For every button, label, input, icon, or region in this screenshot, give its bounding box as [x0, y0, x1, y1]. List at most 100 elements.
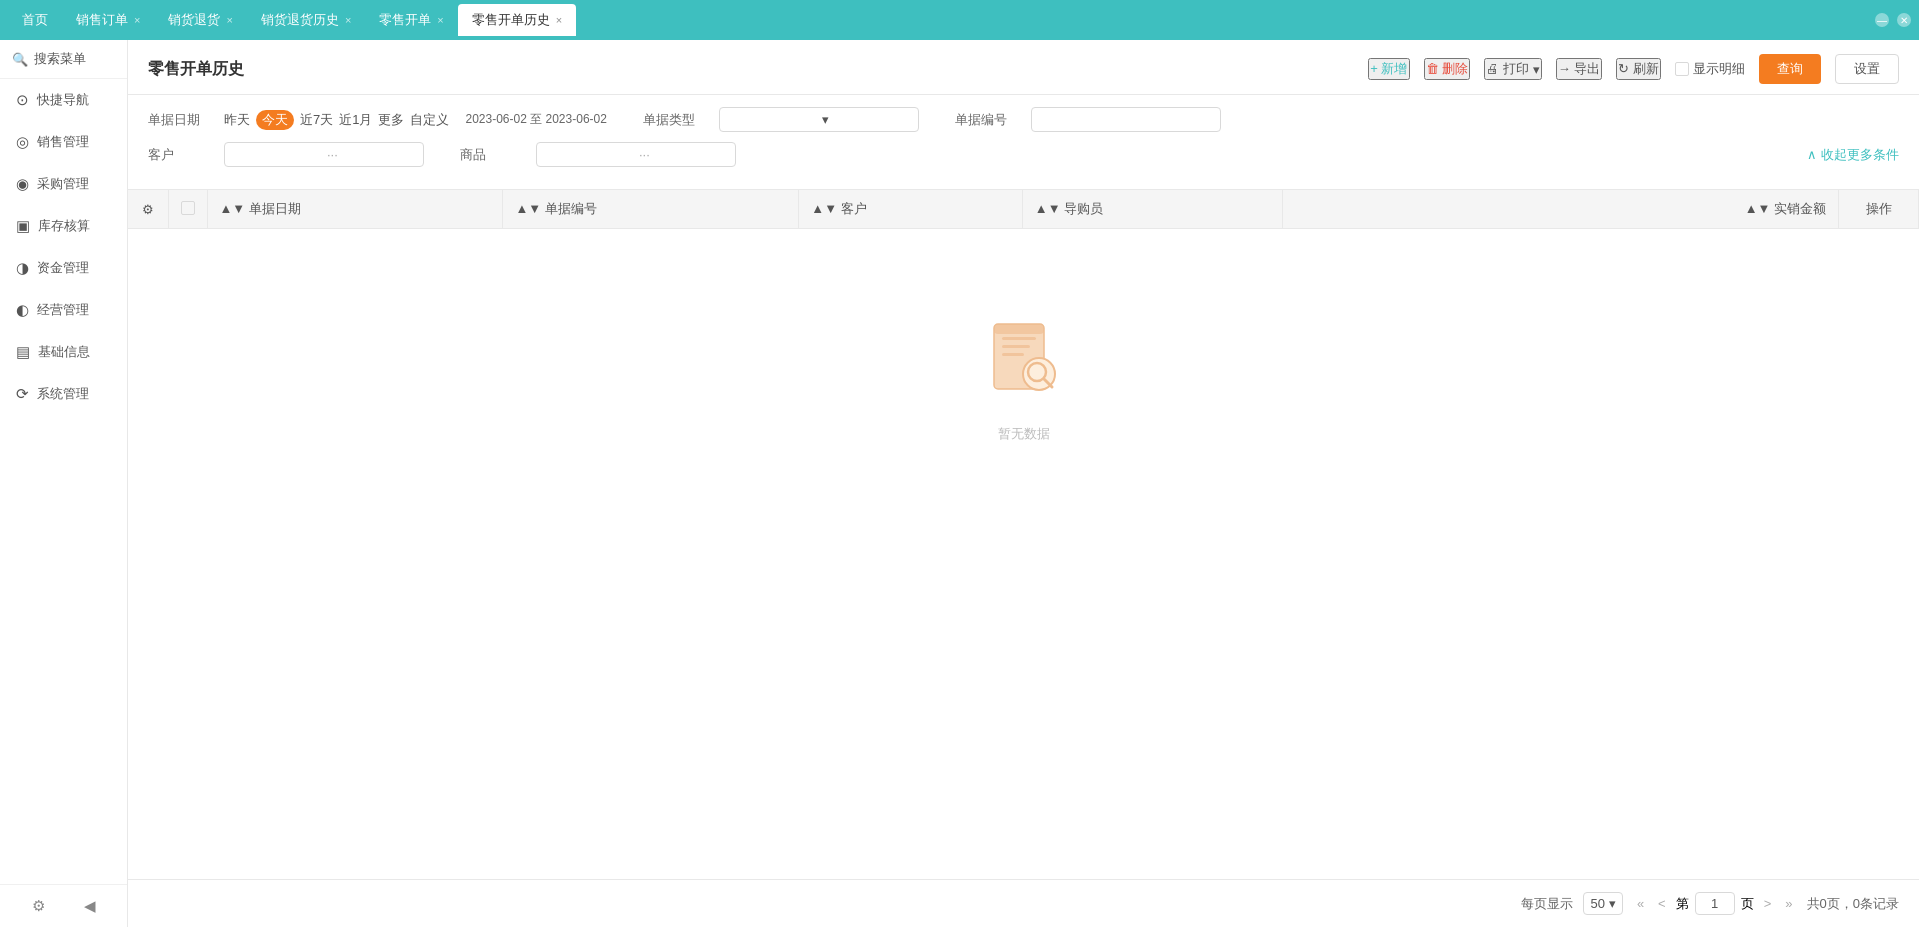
operations-label: 经营管理: [37, 301, 89, 319]
finance-label: 资金管理: [37, 259, 89, 277]
tab-sales-order[interactable]: 销售订单 ×: [62, 4, 154, 36]
date-range-display: 2023-06-02 至 2023-06-02: [465, 111, 606, 128]
tab-close-sales-return-history[interactable]: ×: [345, 14, 351, 26]
th-date[interactable]: ▲▼ 单据日期: [207, 190, 503, 229]
tab-close-sales-return[interactable]: ×: [226, 14, 232, 26]
tab-close-sales-order[interactable]: ×: [134, 14, 140, 26]
sidebar-item-inventory[interactable]: ▣ 库存核算: [0, 205, 127, 247]
table-area: ⚙ ▲▼ 单据日期 ▲▼ 单据编号: [128, 190, 1919, 927]
date-custom[interactable]: 自定义: [410, 111, 449, 129]
type-select-chevron: ▾: [822, 112, 908, 127]
th-amount[interactable]: ▲▼ 实销金额: [1282, 190, 1838, 229]
data-table: ⚙ ▲▼ 单据日期 ▲▼ 单据编号: [128, 190, 1919, 229]
th-actions: 操作: [1839, 190, 1919, 229]
date-yesterday[interactable]: 昨天: [224, 111, 250, 129]
table-header-row: ⚙ ▲▼ 单据日期 ▲▼ 单据编号: [128, 190, 1919, 229]
toolbar: + 新增 🗑 删除 🖨 打印 ▾ → 导出 ↻ 刷新 显示明细: [1368, 54, 1899, 84]
page-prev-button[interactable]: <: [1654, 894, 1670, 913]
query-button[interactable]: 查询: [1759, 54, 1821, 84]
system-label: 系统管理: [37, 385, 89, 403]
refresh-button[interactable]: ↻ 刷新: [1616, 58, 1661, 80]
tab-sales-return-history[interactable]: 销货退货历史 ×: [247, 4, 365, 36]
sidebar-item-sales[interactable]: ◎ 销售管理: [0, 121, 127, 163]
display-detail-toggle[interactable]: 显示明细: [1675, 60, 1745, 78]
filter-area: 单据日期 昨天 今天 近7天 近1月 更多 自定义 2023-06-02 至 2…: [128, 95, 1919, 190]
minimize-button[interactable]: —: [1875, 13, 1889, 27]
sales-label: 销售管理: [37, 133, 89, 151]
purchase-label: 采购管理: [37, 175, 89, 193]
page-size-label: 每页显示: [1521, 895, 1573, 913]
date-shortcuts: 昨天 今天 近7天 近1月 更多 自定义: [224, 110, 449, 130]
close-button[interactable]: ✕: [1897, 13, 1911, 27]
shortcuts-icon: ⊙: [16, 91, 29, 109]
page-size-select[interactable]: 50 ▾: [1583, 892, 1622, 915]
sidebar-collapse-button[interactable]: ◀: [84, 897, 96, 915]
th-checkbox[interactable]: [168, 190, 207, 229]
th-guide[interactable]: ▲▼ 导购员: [1022, 190, 1282, 229]
sales-icon: ◎: [16, 133, 29, 151]
th-customer[interactable]: ▲▼ 客户: [799, 190, 1023, 229]
filter-row-1: 单据日期 昨天 今天 近7天 近1月 更多 自定义 2023-06-02 至 2…: [148, 107, 1899, 132]
page-title: 零售开单历史: [148, 59, 244, 80]
tab-close-retail-order[interactable]: ×: [437, 14, 443, 26]
delete-button[interactable]: 🗑 删除: [1424, 58, 1471, 80]
collapse-button[interactable]: ∧ 收起更多条件: [1807, 146, 1899, 164]
goods-label: 商品: [460, 146, 520, 164]
page-label-before: 第: [1676, 895, 1689, 913]
page-next-button[interactable]: >: [1760, 894, 1776, 913]
tab-close-retail-order-history[interactable]: ×: [556, 14, 562, 26]
basics-label: 基础信息: [38, 343, 90, 361]
date-today[interactable]: 今天: [256, 110, 294, 130]
tab-home[interactable]: 首页: [8, 4, 62, 36]
tab-retail-order-history[interactable]: 零售开单历史 ×: [458, 4, 576, 36]
th-number[interactable]: ▲▼ 单据编号: [503, 190, 799, 229]
sidebar-item-system[interactable]: ⟳ 系统管理: [0, 373, 127, 415]
goods-select[interactable]: ···: [536, 142, 736, 167]
table-wrapper: ⚙ ▲▼ 单据日期 ▲▼ 单据编号: [128, 190, 1919, 879]
inventory-label: 库存核算: [38, 217, 90, 235]
page-number-input[interactable]: [1695, 892, 1735, 915]
goods-dots: ···: [639, 147, 725, 162]
checkbox-display-detail[interactable]: [1675, 62, 1689, 76]
sidebar-item-basics[interactable]: ▤ 基础信息: [0, 331, 127, 373]
tab-retail-order[interactable]: 零售开单 ×: [365, 4, 457, 36]
collapse-icon: ∧: [1807, 147, 1817, 162]
tab-sales-return[interactable]: 销货退货 ×: [154, 4, 246, 36]
number-label: 单据编号: [955, 111, 1015, 129]
sidebar-item-shortcuts[interactable]: ⊙ 快捷导航: [0, 79, 127, 121]
date-more[interactable]: 更多: [378, 111, 404, 129]
customer-select[interactable]: ···: [224, 142, 424, 167]
settings-gear-button[interactable]: ⚙: [32, 897, 45, 915]
sidebar-search[interactable]: 🔍 搜索菜单: [0, 40, 127, 79]
th-settings[interactable]: ⚙: [128, 190, 168, 229]
date-label: 单据日期: [148, 111, 208, 129]
export-button[interactable]: → 导出: [1556, 58, 1603, 80]
date-1month[interactable]: 近1月: [339, 111, 372, 129]
sidebar: 🔍 搜索菜单 ⊙ 快捷导航 ◎ 销售管理 ◉ 采购管理 ▣ 库存核算 ◑ 资金管…: [0, 40, 128, 927]
sidebar-item-purchase[interactable]: ◉ 采购管理: [0, 163, 127, 205]
page-first-button[interactable]: «: [1633, 894, 1648, 913]
number-input[interactable]: [1031, 107, 1221, 132]
customer-label: 客户: [148, 146, 208, 164]
type-select[interactable]: ▾: [719, 107, 919, 132]
print-dropdown-icon: ▾: [1533, 62, 1540, 77]
filter-settings-button[interactable]: 设置: [1835, 54, 1899, 84]
select-all-checkbox[interactable]: [181, 201, 195, 215]
page-total: 共0页，0条记录: [1807, 895, 1899, 913]
add-button[interactable]: + 新增: [1368, 58, 1409, 80]
filter-row-2: 客户 ··· 商品 ··· ∧ 收起更多条件: [148, 142, 1899, 167]
customer-dots: ···: [327, 147, 413, 162]
sidebar-item-finance[interactable]: ◑ 资金管理: [0, 247, 127, 289]
sidebar-item-operations[interactable]: ◐ 经营管理: [0, 289, 127, 331]
empty-icon: [974, 309, 1074, 409]
date-7days[interactable]: 近7天: [300, 111, 333, 129]
system-icon: ⟳: [16, 385, 29, 403]
type-label: 单据类型: [643, 111, 703, 129]
inventory-icon: ▣: [16, 217, 30, 235]
tab-bar: 首页 销售订单 × 销货退货 × 销货退货历史 × 零售开单 × 零售开单历史 …: [0, 0, 1919, 40]
page-last-button[interactable]: »: [1781, 894, 1796, 913]
empty-text: 暂无数据: [998, 425, 1050, 443]
purchase-icon: ◉: [16, 175, 29, 193]
finance-icon: ◑: [16, 259, 29, 277]
print-button[interactable]: 🖨 打印 ▾: [1484, 58, 1542, 80]
